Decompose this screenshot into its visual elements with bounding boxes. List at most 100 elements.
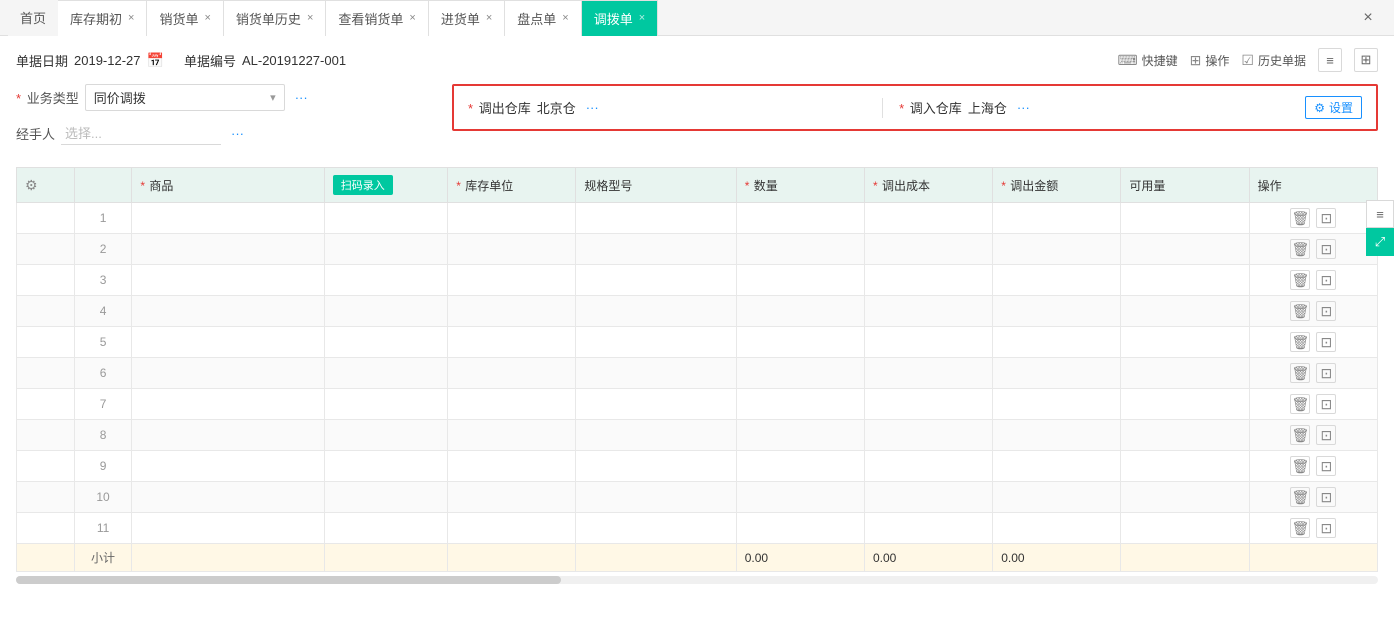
- row-cost-7[interactable]: [864, 389, 992, 420]
- row-spec-11[interactable]: [576, 513, 736, 544]
- row-available-8[interactable]: [1121, 420, 1249, 451]
- row-copy-8[interactable]: ⊡: [1316, 425, 1336, 445]
- row-amount-3[interactable]: [993, 265, 1121, 296]
- row-qty-4[interactable]: [736, 296, 864, 327]
- row-unit-5[interactable]: [448, 327, 576, 358]
- scan-button[interactable]: 扫码录入: [333, 175, 393, 195]
- row-scan-5[interactable]: [324, 327, 447, 358]
- row-spec-3[interactable]: [576, 265, 736, 296]
- row-spec-7[interactable]: [576, 389, 736, 420]
- operations-button[interactable]: ⊞ 操作: [1190, 52, 1230, 69]
- row-goods-6[interactable]: [132, 358, 324, 389]
- row-copy-5[interactable]: ⊡: [1316, 332, 1336, 352]
- row-goods-1[interactable]: [132, 203, 324, 234]
- row-available-6[interactable]: [1121, 358, 1249, 389]
- row-unit-8[interactable]: [448, 420, 576, 451]
- row-scan-3[interactable]: [324, 265, 447, 296]
- row-goods-2[interactable]: [132, 234, 324, 265]
- row-unit-4[interactable]: [448, 296, 576, 327]
- row-copy-4[interactable]: ⊡: [1316, 301, 1336, 321]
- row-cost-2[interactable]: [864, 234, 992, 265]
- row-delete-7[interactable]: 🗑: [1290, 394, 1310, 414]
- history-button[interactable]: ☑ 历史单据: [1241, 52, 1306, 69]
- row-cost-4[interactable]: [864, 296, 992, 327]
- row-scan-10[interactable]: [324, 482, 447, 513]
- business-type-ellipsis[interactable]: ···: [295, 90, 308, 105]
- row-copy-6[interactable]: ⊡: [1316, 363, 1336, 383]
- row-spec-1[interactable]: [576, 203, 736, 234]
- row-scan-1[interactable]: [324, 203, 447, 234]
- row-amount-11[interactable]: [993, 513, 1121, 544]
- row-copy-3[interactable]: ⊡: [1316, 270, 1336, 290]
- transfer-in-ellipsis[interactable]: ···: [1017, 100, 1030, 115]
- tab-home[interactable]: 首页: [8, 0, 58, 36]
- row-scan-11[interactable]: [324, 513, 447, 544]
- row-delete-5[interactable]: 🗑: [1290, 332, 1310, 352]
- tab-purchase-order[interactable]: 进货单 ×: [429, 0, 505, 36]
- row-qty-6[interactable]: [736, 358, 864, 389]
- table-settings-gear-icon[interactable]: ⚙: [25, 177, 38, 193]
- window-close-button[interactable]: ×: [1350, 0, 1386, 36]
- row-scan-2[interactable]: [324, 234, 447, 265]
- row-delete-4[interactable]: 🗑: [1290, 301, 1310, 321]
- row-unit-3[interactable]: [448, 265, 576, 296]
- row-cost-3[interactable]: [864, 265, 992, 296]
- row-spec-8[interactable]: [576, 420, 736, 451]
- operator-input[interactable]: 选择...: [61, 121, 221, 145]
- row-goods-11[interactable]: [132, 513, 324, 544]
- shortcuts-button[interactable]: ⌨ 快捷键: [1117, 52, 1177, 69]
- tab-inventory-check[interactable]: 盘点单 ×: [505, 0, 581, 36]
- row-qty-8[interactable]: [736, 420, 864, 451]
- row-amount-8[interactable]: [993, 420, 1121, 451]
- row-unit-1[interactable]: [448, 203, 576, 234]
- calendar-icon[interactable]: 📅: [147, 52, 164, 69]
- row-cost-8[interactable]: [864, 420, 992, 451]
- row-amount-1[interactable]: [993, 203, 1121, 234]
- row-scan-9[interactable]: [324, 451, 447, 482]
- row-qty-11[interactable]: [736, 513, 864, 544]
- tab-sales-order[interactable]: 销货单 ×: [147, 0, 223, 36]
- row-delete-11[interactable]: 🗑: [1290, 518, 1310, 538]
- row-unit-11[interactable]: [448, 513, 576, 544]
- row-copy-9[interactable]: ⊡: [1316, 456, 1336, 476]
- row-qty-7[interactable]: [736, 389, 864, 420]
- tab-transfer-order[interactable]: 调拨单 ×: [582, 0, 658, 36]
- row-unit-6[interactable]: [448, 358, 576, 389]
- side-expand-button[interactable]: ⤢: [1366, 228, 1394, 256]
- row-spec-4[interactable]: [576, 296, 736, 327]
- row-goods-8[interactable]: [132, 420, 324, 451]
- row-goods-3[interactable]: [132, 265, 324, 296]
- row-copy-11[interactable]: ⊡: [1316, 518, 1336, 538]
- row-qty-10[interactable]: [736, 482, 864, 513]
- business-type-select[interactable]: 同价调拨 ▾: [85, 84, 285, 111]
- row-available-7[interactable]: [1121, 389, 1249, 420]
- tab-close-purchase-order[interactable]: ×: [486, 12, 492, 24]
- row-delete-6[interactable]: 🗑: [1290, 363, 1310, 383]
- transfer-out-ellipsis[interactable]: ···: [586, 100, 599, 115]
- row-spec-6[interactable]: [576, 358, 736, 389]
- row-goods-9[interactable]: [132, 451, 324, 482]
- tab-close-sales-history[interactable]: ×: [307, 12, 313, 24]
- row-qty-9[interactable]: [736, 451, 864, 482]
- row-available-9[interactable]: [1121, 451, 1249, 482]
- grid-view-button[interactable]: ⊞: [1354, 48, 1378, 72]
- tab-inventory-init[interactable]: 库存期初 ×: [58, 0, 147, 36]
- row-unit-7[interactable]: [448, 389, 576, 420]
- row-spec-5[interactable]: [576, 327, 736, 358]
- row-amount-10[interactable]: [993, 482, 1121, 513]
- row-spec-2[interactable]: [576, 234, 736, 265]
- row-delete-1[interactable]: 🗑: [1290, 208, 1310, 228]
- row-available-4[interactable]: [1121, 296, 1249, 327]
- row-qty-3[interactable]: [736, 265, 864, 296]
- row-cost-9[interactable]: [864, 451, 992, 482]
- row-amount-4[interactable]: [993, 296, 1121, 327]
- row-scan-6[interactable]: [324, 358, 447, 389]
- row-amount-5[interactable]: [993, 327, 1121, 358]
- row-cost-10[interactable]: [864, 482, 992, 513]
- row-spec-10[interactable]: [576, 482, 736, 513]
- row-available-11[interactable]: [1121, 513, 1249, 544]
- row-spec-9[interactable]: [576, 451, 736, 482]
- row-amount-9[interactable]: [993, 451, 1121, 482]
- row-scan-8[interactable]: [324, 420, 447, 451]
- row-cost-5[interactable]: [864, 327, 992, 358]
